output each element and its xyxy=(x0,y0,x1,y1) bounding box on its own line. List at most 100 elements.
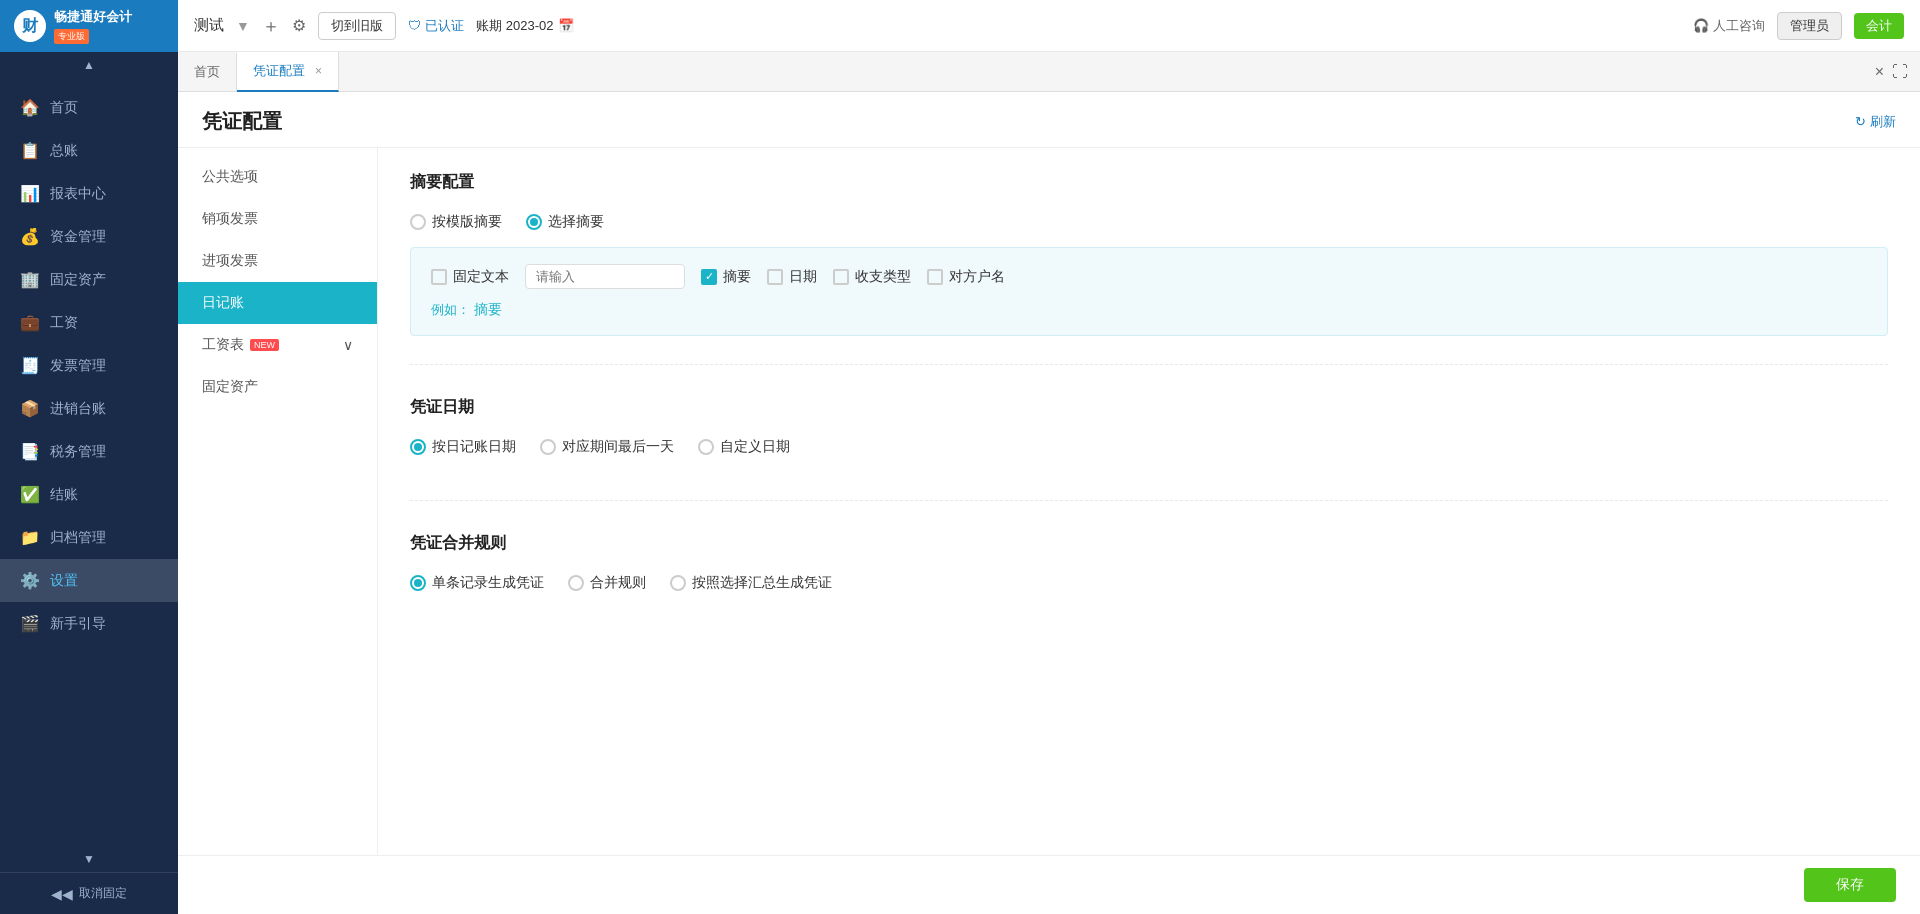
scroll-down-btn[interactable]: ▼ xyxy=(0,846,178,872)
radio-custom-date-circle xyxy=(698,439,714,455)
checkbox-income-type-box xyxy=(833,269,849,285)
radio-merge-rule[interactable]: 合并规则 xyxy=(568,574,646,592)
radio-journal-date[interactable]: 按日记账日期 xyxy=(410,438,516,456)
save-btn[interactable]: 保存 xyxy=(1804,868,1896,902)
sidebar-item-reports[interactable]: 📊 报表中心 xyxy=(0,172,178,215)
checkbox-summary-box xyxy=(701,269,717,285)
sidebar-nav: 🏠 首页 📋 总账 📊 报表中心 💰 资金管理 🏢 固定资产 💼 工资 xyxy=(0,78,178,846)
menu-item-purchase-invoice[interactable]: 进项发票 xyxy=(178,240,377,282)
sidebar-item-capital[interactable]: 💰 资金管理 xyxy=(0,215,178,258)
close-window-btn[interactable]: × xyxy=(1875,63,1884,81)
scroll-up-btn[interactable]: ▲ xyxy=(0,52,178,78)
consult-btn[interactable]: 🎧 人工咨询 xyxy=(1693,17,1765,35)
tab-home[interactable]: 首页 xyxy=(178,53,237,91)
settings-icon: ⚙️ xyxy=(20,571,40,590)
page-wrapper: 凭证配置 ↻ 刷新 公共选项 销项发票 xyxy=(178,92,1920,914)
archive-icon: 📁 xyxy=(20,528,40,547)
fixed-assets-icon: 🏢 xyxy=(20,270,40,289)
checkbox-summary[interactable]: 摘要 xyxy=(701,268,751,286)
radio-select[interactable]: 选择摘要 xyxy=(526,213,604,231)
sidebar-item-guide[interactable]: 🎬 新手引导 xyxy=(0,602,178,645)
menu-item-fixed-assets[interactable]: 固定资产 xyxy=(178,366,377,408)
checkbox-counterparty-box xyxy=(927,269,943,285)
tab-voucher-config[interactable]: 凭证配置 × xyxy=(237,52,339,92)
radio-period-last-circle xyxy=(540,439,556,455)
page-title: 凭证配置 xyxy=(202,108,282,135)
bottom-bar: 保存 xyxy=(178,855,1920,914)
window-btns: × ⛶ xyxy=(1863,63,1920,81)
radio-custom-date[interactable]: 自定义日期 xyxy=(698,438,790,456)
voucher-merge-radio-group: 单条记录生成凭证 合并规则 按照选择汇总生成凭证 xyxy=(410,574,1888,592)
checkbox-fixed-text[interactable]: 固定文本 xyxy=(431,268,509,286)
sidebar-item-sales-purchase[interactable]: 📦 进销台账 xyxy=(0,387,178,430)
refresh-btn[interactable]: ↻ 刷新 xyxy=(1855,113,1896,131)
headset-icon: 🎧 xyxy=(1693,18,1709,33)
radio-select-circle xyxy=(526,214,542,230)
sidebar-item-settings[interactable]: ⚙️ 设置 xyxy=(0,559,178,602)
topbar-certified: 🛡 已认证 xyxy=(408,17,464,35)
radio-summary-gen-circle xyxy=(670,575,686,591)
section-voucher-date: 凭证日期 按日记账日期 对应期间最后一天 xyxy=(410,397,1888,501)
calendar-icon[interactable]: 📅 xyxy=(558,18,574,33)
page-body: 公共选项 销项发票 进项发票 日记账 工资表 NEW xyxy=(178,148,1920,855)
example-row: 例如： 摘要 xyxy=(431,301,1867,319)
sidebar-item-payroll[interactable]: 💼 工资 xyxy=(0,301,178,344)
section-voucher-merge-title: 凭证合并规则 xyxy=(410,533,1888,554)
switch-old-btn[interactable]: 切到旧版 xyxy=(318,12,396,40)
sidebar-item-tax[interactable]: 📑 税务管理 xyxy=(0,430,178,473)
sidebar: 财 畅捷通好会计 专业版 ▲ 🏠 首页 📋 总账 📊 报表中心 💰 xyxy=(0,0,178,914)
summary-radio-group: 按模版摘要 选择摘要 xyxy=(410,213,1888,231)
left-menu: 公共选项 销项发票 进项发票 日记账 工资表 NEW xyxy=(178,148,378,855)
sidebar-item-closing[interactable]: ✅ 结账 xyxy=(0,473,178,516)
topbar-settings-btn[interactable]: ⚙ xyxy=(292,16,306,35)
menu-item-public[interactable]: 公共选项 xyxy=(178,156,377,198)
logo: 财 畅捷通好会计 专业版 xyxy=(0,0,178,52)
main-area: 测试 ▼ ＋ ⚙ 切到旧版 🛡 已认证 账期 2023-02 📅 🎧 人工咨询 … xyxy=(178,0,1920,914)
content-area: 凭证配置 ↻ 刷新 公共选项 销项发票 xyxy=(178,92,1920,914)
chevron-down-icon: ∨ xyxy=(343,337,353,353)
menu-item-journal[interactable]: 日记账 xyxy=(178,282,377,324)
ledger-icon: 📋 xyxy=(20,141,40,160)
summary-config-row: 固定文本 摘要 xyxy=(431,264,1867,289)
guide-icon: 🎬 xyxy=(20,614,40,633)
tab-close-btn[interactable]: × xyxy=(315,64,322,78)
checkbox-date[interactable]: 日期 xyxy=(767,268,817,286)
sidebar-item-ledger[interactable]: 📋 总账 xyxy=(0,129,178,172)
radio-template[interactable]: 按模版摘要 xyxy=(410,213,502,231)
radio-summary-gen[interactable]: 按照选择汇总生成凭证 xyxy=(670,574,832,592)
menu-item-payroll[interactable]: 工资表 NEW ∨ xyxy=(178,324,377,366)
logo-text: 畅捷通好会计 专业版 xyxy=(54,8,132,44)
radio-journal-date-circle xyxy=(410,439,426,455)
section-summary: 摘要配置 按模版摘要 选择摘要 xyxy=(410,172,1888,365)
logo-icon: 财 xyxy=(14,10,46,42)
sidebar-item-archive[interactable]: 📁 归档管理 xyxy=(0,516,178,559)
sidebar-item-home[interactable]: 🏠 首页 xyxy=(0,86,178,129)
new-badge: NEW xyxy=(250,339,279,351)
page-header: 凭证配置 ↻ 刷新 xyxy=(178,92,1920,148)
radio-single[interactable]: 单条记录生成凭证 xyxy=(410,574,544,592)
refresh-icon: ↻ xyxy=(1855,114,1866,129)
home-icon: 🏠 xyxy=(20,98,40,117)
manager-btn[interactable]: 管理员 xyxy=(1777,12,1842,40)
closing-icon: ✅ xyxy=(20,485,40,504)
checkbox-date-box xyxy=(767,269,783,285)
section-summary-title: 摘要配置 xyxy=(410,172,1888,193)
accountant-btn[interactable]: 会计 xyxy=(1854,13,1904,39)
radio-period-last[interactable]: 对应期间最后一天 xyxy=(540,438,674,456)
sidebar-item-invoice[interactable]: 🧾 发票管理 xyxy=(0,344,178,387)
menu-item-sales-invoice[interactable]: 销项发票 xyxy=(178,198,377,240)
summary-config-box: 固定文本 摘要 xyxy=(410,247,1888,336)
reports-icon: 📊 xyxy=(20,184,40,203)
checkbox-income-type[interactable]: 收支类型 xyxy=(833,268,911,286)
section-voucher-merge: 凭证合并规则 单条记录生成凭证 合并规则 xyxy=(410,533,1888,636)
topbar-add-btn[interactable]: ＋ xyxy=(262,14,280,38)
collapse-sidebar-btn[interactable]: ◀◀ 取消固定 xyxy=(0,872,178,914)
sidebar-item-fixed-assets[interactable]: 🏢 固定资产 xyxy=(0,258,178,301)
expand-window-btn[interactable]: ⛶ xyxy=(1892,63,1908,81)
checkbox-counterparty[interactable]: 对方户名 xyxy=(927,268,1005,286)
radio-template-circle xyxy=(410,214,426,230)
fixed-text-input[interactable] xyxy=(525,264,685,289)
radio-merge-rule-circle xyxy=(568,575,584,591)
tab-bar: 首页 凭证配置 × × ⛶ xyxy=(178,52,1920,92)
topbar-dropdown-arrow[interactable]: ▼ xyxy=(236,18,250,34)
